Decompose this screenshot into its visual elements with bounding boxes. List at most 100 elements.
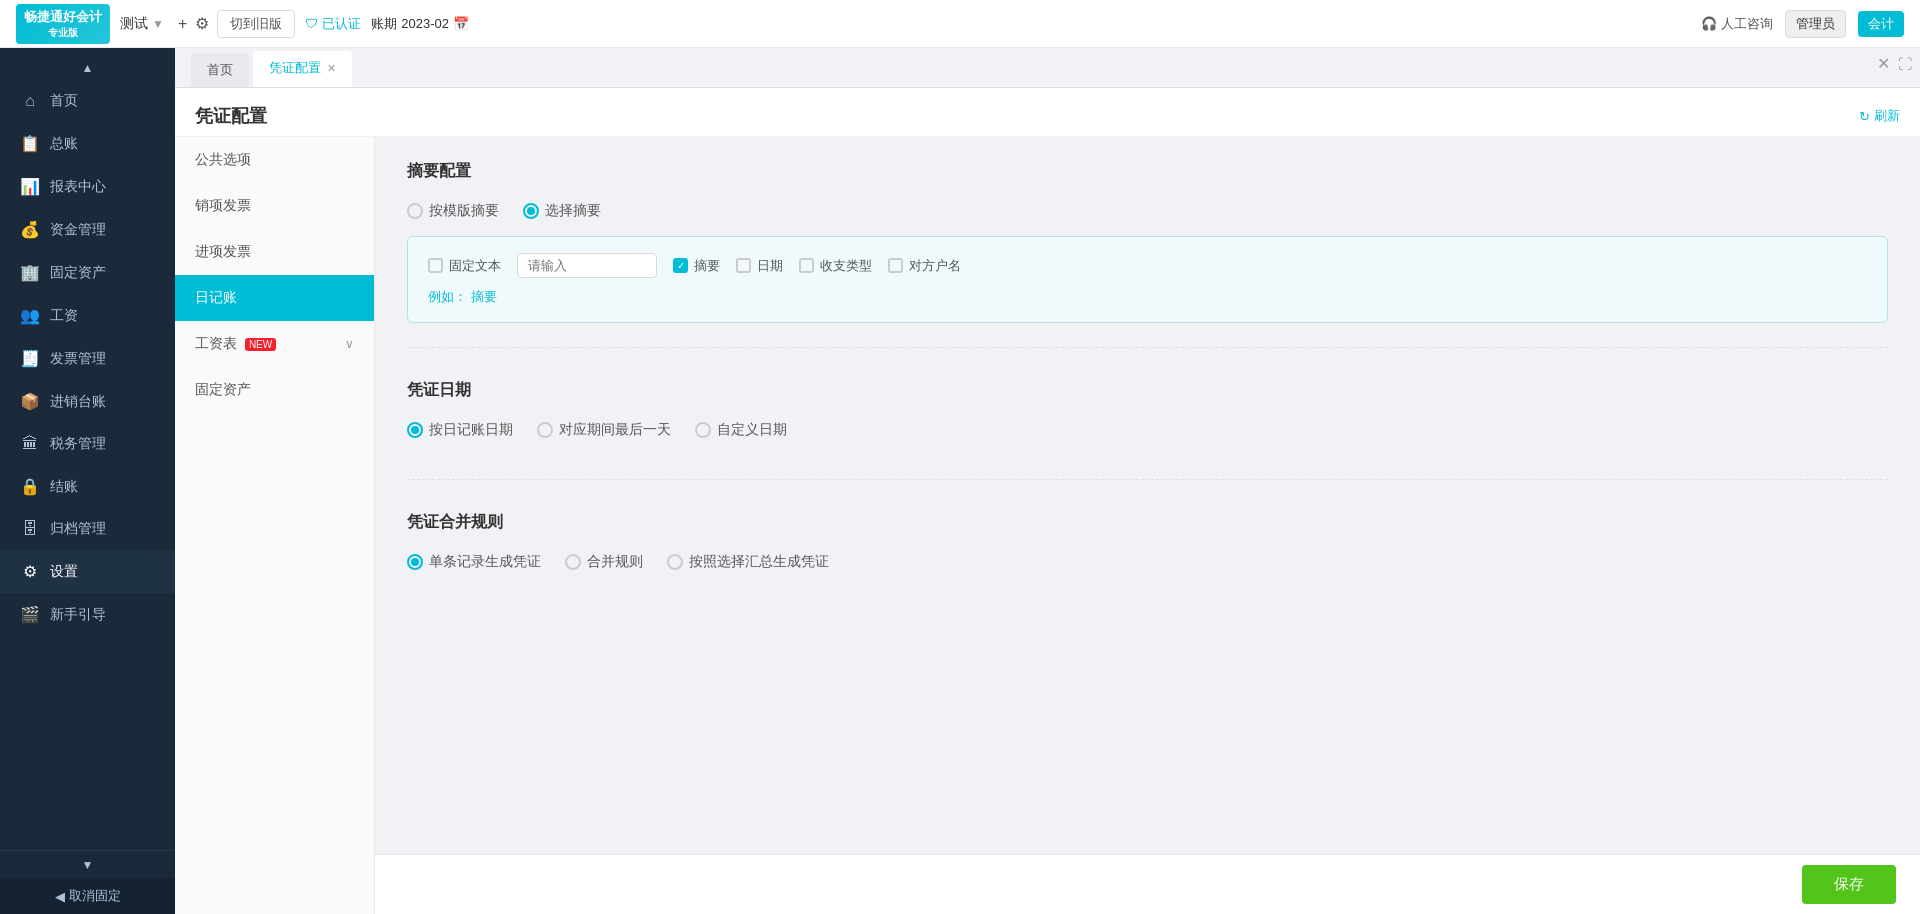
sidebar-item-assets[interactable]: 🏢 固定资产 <box>0 251 175 294</box>
sidebar-item-reports[interactable]: 📊 报表中心 <box>0 165 175 208</box>
manager-button[interactable]: 管理员 <box>1785 10 1846 38</box>
role-badge: 会计 <box>1858 11 1904 37</box>
config-menu-item-journal[interactable]: 日记账 <box>175 275 374 321</box>
radio-circle-select-summary <box>523 203 539 219</box>
radio-by-selection[interactable]: 按照选择汇总生成凭证 <box>667 553 829 571</box>
checkbox-date[interactable]: 日期 <box>736 257 783 275</box>
tab-voucher-config[interactable]: 凭证配置 ✕ <box>253 51 352 87</box>
sidebar-label-assets: 固定资产 <box>50 264 106 282</box>
arrow-icon: ∨ <box>345 337 354 351</box>
section-voucher-date: 凭证日期 按日记账日期 对应期间最后一天 <box>407 380 1888 480</box>
tab-controls: ✕ ⛶ <box>1877 54 1912 73</box>
sidebar-scroll-down[interactable]: ▼ <box>0 850 175 878</box>
radio-circle-merge-rules <box>565 554 581 570</box>
refresh-label: 刷新 <box>1874 107 1900 125</box>
tab-close-icon[interactable]: ✕ <box>327 62 336 75</box>
logo: 畅捷通好会计 专业版 <box>16 4 110 44</box>
switch-old-version-button[interactable]: 切到旧版 <box>217 10 295 38</box>
radio-by-template[interactable]: 按模版摘要 <box>407 202 499 220</box>
sidebar-label-tax: 税务管理 <box>50 435 106 453</box>
checkbox-summary-box: ✓ <box>673 258 688 273</box>
sidebar-item-tax[interactable]: 🏛 税务管理 <box>0 423 175 465</box>
config-panel: 摘要配置 按模版摘要 选择摘要 <box>375 137 1920 854</box>
radio-custom-date[interactable]: 自定义日期 <box>695 421 787 439</box>
radio-select-summary[interactable]: 选择摘要 <box>523 202 601 220</box>
expand-window-button[interactable]: ⛶ <box>1898 54 1912 73</box>
sidebar-item-invoices[interactable]: 🧾 发票管理 <box>0 337 175 380</box>
bottom-bar: 保存 <box>375 854 1920 914</box>
headset-icon: 🎧 <box>1701 16 1717 31</box>
sidebar-item-archive[interactable]: 🗄 归档管理 <box>0 508 175 550</box>
sidebar-label-archive: 归档管理 <box>50 520 106 538</box>
sidebar-label-closing: 结账 <box>50 478 78 496</box>
sidebar-item-sales[interactable]: 📦 进销台账 <box>0 380 175 423</box>
closing-icon: 🔒 <box>20 477 40 496</box>
add-icon[interactable]: + <box>178 15 187 33</box>
topbar-actions: + ⚙ 切到旧版 <box>178 10 295 38</box>
checkbox-payment-type[interactable]: 收支类型 <box>799 257 872 275</box>
topbar-right: 🎧 人工咨询 管理员 会计 <box>1701 10 1904 38</box>
config-menu-item-public[interactable]: 公共选项 <box>175 137 374 183</box>
checkbox-counterpart[interactable]: 对方户名 <box>888 257 961 275</box>
config-menu-item-fixed-assets[interactable]: 固定资产 <box>175 367 374 413</box>
radio-circle-last-day <box>537 422 553 438</box>
radio-merge-rules[interactable]: 合并规则 <box>565 553 643 571</box>
verified-label: 已认证 <box>322 15 361 33</box>
config-layout: 公共选项 销项发票 进项发票 日记账 工资表 NEW ∨ <box>175 137 1920 914</box>
period-selector[interactable]: 账期 2023-02 📅 <box>371 15 469 33</box>
close-window-button[interactable]: ✕ <box>1877 54 1890 73</box>
sidebar-item-settings[interactable]: ⚙ 设置 <box>0 550 175 593</box>
section-merge-rules: 凭证合并规则 单条记录生成凭证 合并规则 <box>407 512 1888 611</box>
sidebar-item-guide[interactable]: 🎬 新手引导 <box>0 593 175 636</box>
consult-button[interactable]: 🎧 人工咨询 <box>1701 15 1773 33</box>
sidebar-label-ledger: 总账 <box>50 135 78 153</box>
radio-last-day[interactable]: 对应期间最后一天 <box>537 421 671 439</box>
home-icon: ⌂ <box>20 92 40 110</box>
company-dropdown-arrow: ▼ <box>152 17 164 31</box>
save-button[interactable]: 保存 <box>1802 865 1896 904</box>
calendar-icon[interactable]: 📅 <box>453 16 469 31</box>
summary-example: 例如： 摘要 <box>428 288 1867 306</box>
fixed-text-input[interactable] <box>517 253 657 278</box>
company-selector[interactable]: 测试 ▼ <box>120 15 164 33</box>
config-menu-item-sales-invoice[interactable]: 销项发票 <box>175 183 374 229</box>
checkbox-fixed-text-box <box>428 258 443 273</box>
section-summary-title: 摘要配置 <box>407 161 1888 182</box>
sidebar-label-settings: 设置 <box>50 563 78 581</box>
sidebar-label-payroll: 工资 <box>50 307 78 325</box>
voucher-date-radio-group: 按日记账日期 对应期间最后一天 自定义日期 <box>407 421 1888 439</box>
sidebar-item-home[interactable]: ⌂ 首页 <box>0 80 175 122</box>
sidebar: ▲ ⌂ 首页 📋 总账 📊 报表中心 💰 资金管理 🏢 固定资产 <box>0 48 175 914</box>
sidebar-label-invoices: 发票管理 <box>50 350 106 368</box>
checkbox-summary[interactable]: ✓ 摘要 <box>673 257 720 275</box>
checkbox-fixed-text[interactable]: 固定文本 <box>428 257 501 275</box>
sidebar-label-funds: 资金管理 <box>50 221 106 239</box>
sidebar-scroll-up[interactable]: ▲ <box>0 56 175 80</box>
payroll-icon: 👥 <box>20 306 40 325</box>
tab-home[interactable]: 首页 <box>191 53 249 87</box>
sidebar-nav: ▲ ⌂ 首页 📋 总账 📊 报表中心 💰 资金管理 🏢 固定资产 <box>0 48 175 850</box>
radio-single-record[interactable]: 单条记录生成凭证 <box>407 553 541 571</box>
refresh-button[interactable]: ↻ 刷新 <box>1859 107 1900 125</box>
cancel-fixed-button[interactable]: ◀ 取消固定 <box>0 878 175 914</box>
reports-icon: 📊 <box>20 177 40 196</box>
radio-circle-journal-date <box>407 422 423 438</box>
radio-circle-by-selection <box>667 554 683 570</box>
sidebar-item-payroll[interactable]: 👥 工资 <box>0 294 175 337</box>
page-title: 凭证配置 <box>195 104 267 128</box>
settings-icon[interactable]: ⚙ <box>195 14 209 33</box>
summary-options-box: 固定文本 ✓ 摘要 日期 <box>407 236 1888 323</box>
shield-icon: 🛡 <box>305 16 318 31</box>
config-menu-item-payroll-table[interactable]: 工资表 NEW ∨ <box>175 321 374 367</box>
ledger-icon: 📋 <box>20 134 40 153</box>
sidebar-item-closing[interactable]: 🔒 结账 <box>0 465 175 508</box>
config-menu-item-purchase-invoice[interactable]: 进项发票 <box>175 229 374 275</box>
example-value: 摘要 <box>471 289 497 304</box>
config-menu: 公共选项 销项发票 进项发票 日记账 工资表 NEW ∨ <box>175 137 375 914</box>
sidebar-item-funds[interactable]: 💰 资金管理 <box>0 208 175 251</box>
verified-status: 🛡 已认证 <box>305 15 361 33</box>
section-merge-rules-title: 凭证合并规则 <box>407 512 1888 533</box>
radio-by-journal-date[interactable]: 按日记账日期 <box>407 421 513 439</box>
period-label: 账期 <box>371 15 397 33</box>
sidebar-item-ledger[interactable]: 📋 总账 <box>0 122 175 165</box>
